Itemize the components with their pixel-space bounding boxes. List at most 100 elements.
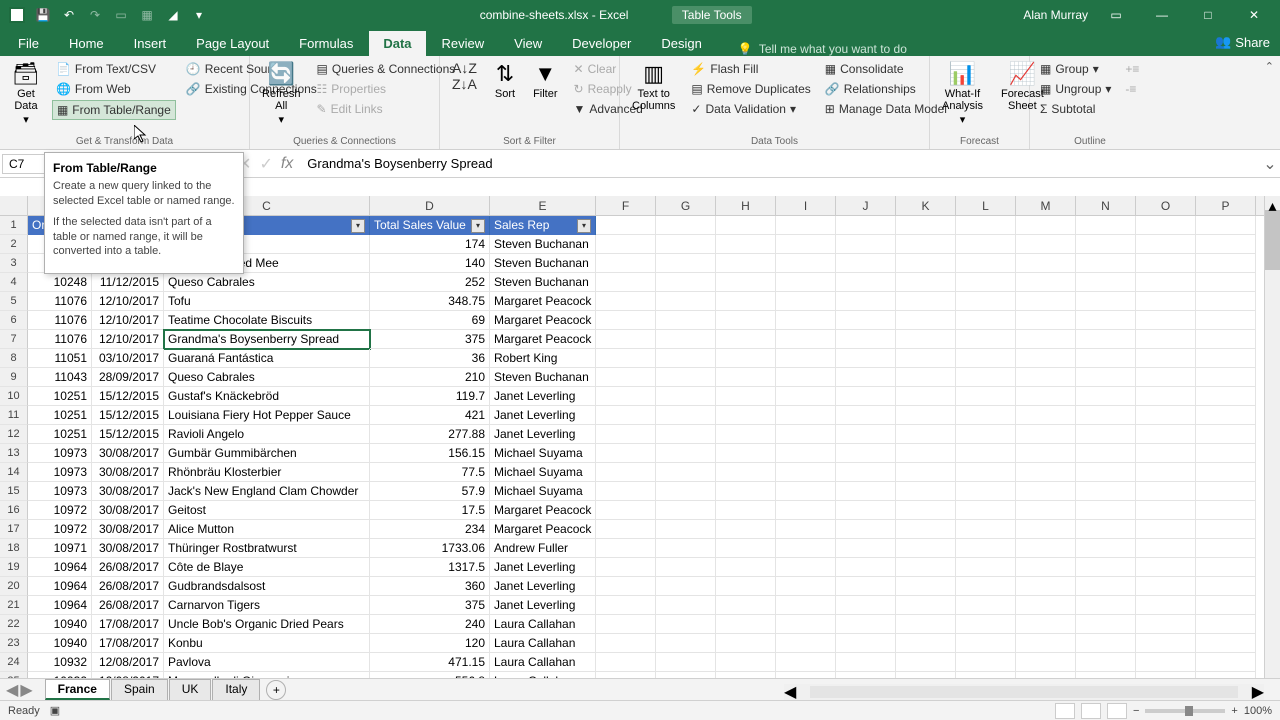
cell[interactable]: 30/08/2017 [92, 482, 164, 501]
cell[interactable]: Teatime Chocolate Biscuits [164, 311, 370, 330]
cell[interactable] [716, 558, 776, 577]
cell[interactable] [716, 634, 776, 653]
cell[interactable] [776, 444, 836, 463]
zoom-slider[interactable] [1145, 709, 1225, 713]
cell[interactable] [956, 406, 1016, 425]
cell[interactable] [716, 615, 776, 634]
cell[interactable]: Queso Cabrales [164, 368, 370, 387]
cell[interactable] [836, 216, 896, 235]
cell[interactable] [1016, 349, 1076, 368]
cell[interactable] [776, 634, 836, 653]
cell[interactable] [596, 615, 656, 634]
cell[interactable]: Laura Callahan [490, 615, 596, 634]
cell[interactable] [596, 558, 656, 577]
cell[interactable] [716, 406, 776, 425]
cell[interactable] [1196, 653, 1256, 672]
cell[interactable] [1076, 615, 1136, 634]
cell[interactable]: Margaret Peacock [490, 292, 596, 311]
col-header-G[interactable]: G [656, 196, 716, 215]
cell[interactable] [956, 501, 1016, 520]
cell[interactable]: Janet Leverling [490, 596, 596, 615]
scroll-left-icon[interactable]: ◀ [784, 682, 796, 702]
cell[interactable] [776, 482, 836, 501]
cell[interactable] [1016, 558, 1076, 577]
cell[interactable] [956, 387, 1016, 406]
cell[interactable] [1076, 311, 1136, 330]
cell[interactable] [956, 425, 1016, 444]
cell[interactable] [1196, 482, 1256, 501]
cell[interactable]: 17/08/2017 [92, 615, 164, 634]
cell[interactable] [836, 444, 896, 463]
cell[interactable] [776, 615, 836, 634]
tab-view[interactable]: View [500, 31, 556, 56]
cell[interactable] [1136, 292, 1196, 311]
cell[interactable] [656, 273, 716, 292]
cell[interactable] [596, 292, 656, 311]
col-header-O[interactable]: O [1136, 196, 1196, 215]
cell[interactable]: Tofu [164, 292, 370, 311]
cell[interactable] [1076, 254, 1136, 273]
cell[interactable]: Margaret Peacock [490, 330, 596, 349]
cell[interactable] [836, 330, 896, 349]
cell[interactable] [956, 596, 1016, 615]
cell[interactable] [896, 292, 956, 311]
tab-formulas[interactable]: Formulas [285, 31, 367, 56]
fx-icon[interactable]: fx [281, 155, 293, 173]
cell[interactable]: 10972 [28, 501, 92, 520]
cell[interactable] [656, 501, 716, 520]
cell[interactable] [1196, 273, 1256, 292]
cell[interactable] [1136, 330, 1196, 349]
cell[interactable] [1196, 216, 1256, 235]
cell[interactable] [1196, 501, 1256, 520]
cell[interactable] [1196, 520, 1256, 539]
cell[interactable] [896, 558, 956, 577]
cell[interactable] [956, 368, 1016, 387]
cell[interactable]: Jack's New England Clam Chowder [164, 482, 370, 501]
cell[interactable] [1016, 634, 1076, 653]
macro-record-icon[interactable]: ▣ [50, 704, 60, 717]
cell[interactable] [896, 596, 956, 615]
cell[interactable]: 17.5 [370, 501, 490, 520]
col-header-E[interactable]: E [490, 196, 596, 215]
cell[interactable] [836, 368, 896, 387]
cell[interactable] [1076, 539, 1136, 558]
cell[interactable] [1076, 501, 1136, 520]
sheet-prev-icon[interactable]: ◀ [6, 680, 18, 700]
cell[interactable] [776, 273, 836, 292]
add-sheet-button[interactable]: + [266, 680, 286, 700]
cell[interactable]: 30/08/2017 [92, 520, 164, 539]
cell[interactable]: Steven Buchanan [490, 273, 596, 292]
cell[interactable]: 10973 [28, 482, 92, 501]
col-header-D[interactable]: D [370, 196, 490, 215]
cell[interactable]: 1317.5 [370, 558, 490, 577]
cell[interactable]: 10971 [28, 539, 92, 558]
cell[interactable] [1196, 596, 1256, 615]
cell[interactable] [1016, 273, 1076, 292]
cell[interactable] [776, 425, 836, 444]
cell[interactable]: 11076 [28, 292, 92, 311]
cell[interactable] [1076, 425, 1136, 444]
cell[interactable] [896, 425, 956, 444]
properties-button[interactable]: ☷Properties [313, 80, 460, 98]
cell[interactable]: Alice Mutton [164, 520, 370, 539]
formula-bar[interactable]: Grandma's Boysenberry Spread [301, 154, 1260, 173]
edit-links-button[interactable]: ✎Edit Links [313, 100, 460, 118]
cell[interactable] [896, 520, 956, 539]
filter-dropdown-icon[interactable]: ▾ [471, 219, 485, 233]
table-header[interactable]: Total Sales Value▾ [370, 216, 490, 235]
cell[interactable]: 10248 [28, 273, 92, 292]
cell[interactable] [836, 653, 896, 672]
select-all-button[interactable] [0, 196, 28, 215]
cell[interactable]: 252 [370, 273, 490, 292]
cell[interactable]: Margaret Peacock [490, 311, 596, 330]
cell[interactable]: 77.5 [370, 463, 490, 482]
cell[interactable] [956, 463, 1016, 482]
cell[interactable] [656, 596, 716, 615]
cell[interactable]: Geitost [164, 501, 370, 520]
cell[interactable]: Janet Leverling [490, 558, 596, 577]
cell[interactable]: 30/08/2017 [92, 463, 164, 482]
cell[interactable] [1016, 368, 1076, 387]
cell[interactable] [596, 463, 656, 482]
row-header[interactable]: 20 [0, 577, 28, 596]
cell[interactable]: Queso Cabrales [164, 273, 370, 292]
